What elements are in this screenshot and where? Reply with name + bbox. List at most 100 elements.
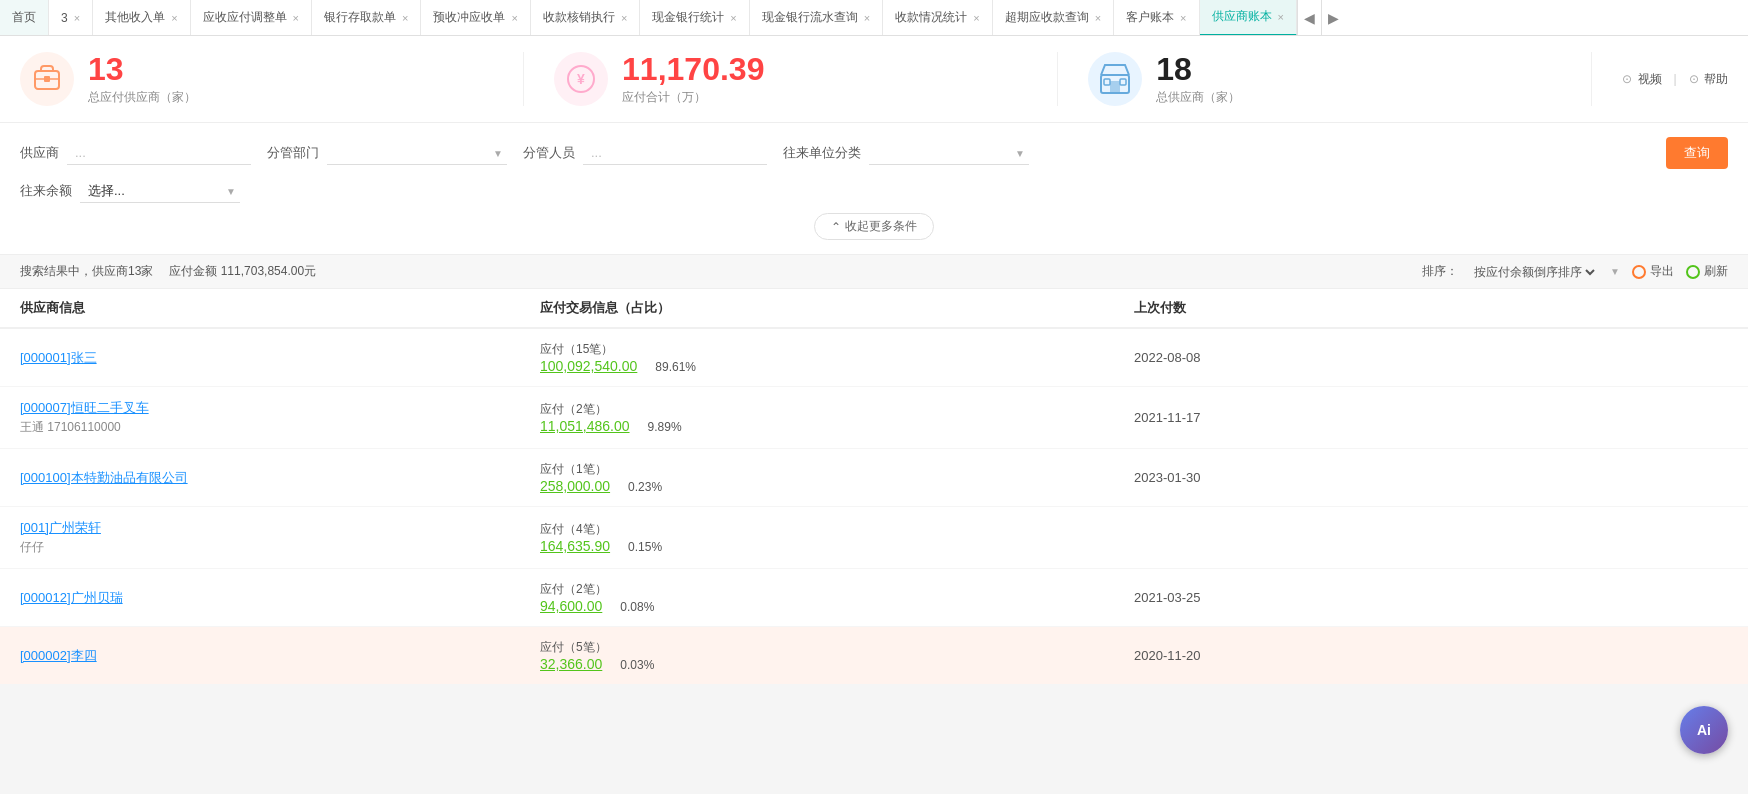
trade-percent: 89.61% [655, 360, 696, 374]
nav-right-arrow[interactable]: ▶ [1321, 0, 1345, 36]
top-navigation: 首页 3 × 其他收入单 × 应收应付调整单 × 银行存取款单 × 预收冲应收单… [0, 0, 1748, 36]
nav-tab-cash-bank-stat[interactable]: 现金银行统计 × [640, 0, 749, 36]
nav-tab-3[interactable]: 3 × [49, 0, 93, 36]
trade-amount[interactable]: 11,051,486.00 [540, 418, 630, 434]
result-amount: 应付金额 111,703,854.00元 [169, 263, 316, 280]
trade-label: 应付（2笔） [540, 401, 1134, 418]
dept-label: 分管部门 [267, 144, 319, 162]
trade-label: 应付（5笔） [540, 639, 1134, 656]
summary-card-suppliers: 13 总应付供应商（家） [20, 52, 524, 106]
unit-select[interactable] [869, 141, 1029, 165]
help-link[interactable]: ⊙ 帮助 [1689, 71, 1728, 88]
close-icon[interactable]: × [402, 12, 408, 24]
supplier-input[interactable] [67, 141, 251, 165]
supplier-info-cell: [000002]李四 [20, 647, 540, 665]
close-icon[interactable]: × [171, 12, 177, 24]
filter-unit-class: 往来单位分类 ▼ [783, 141, 1029, 165]
close-icon[interactable]: × [1180, 12, 1186, 24]
nav-tab-customer-book[interactable]: 客户账本 × [1114, 0, 1199, 36]
trade-amount[interactable]: 164,635.90 [540, 538, 610, 554]
close-icon[interactable]: × [864, 12, 870, 24]
nav-tab-collection-stat[interactable]: 收款情况统计 × [883, 0, 992, 36]
table-row: [000012]广州贝瑞 应付（2笔） 94,600.00 0.08% 2021… [0, 569, 1748, 627]
close-icon[interactable]: × [293, 12, 299, 24]
nav-tab-prepay[interactable]: 预收冲应收单 × [421, 0, 530, 36]
trade-percent: 0.23% [628, 480, 662, 494]
last-pay-cell: 2020-11-20 [1134, 648, 1728, 663]
amount-icon: ¥ [554, 52, 608, 106]
last-pay-cell: 2023-01-30 [1134, 470, 1728, 485]
export-button[interactable]: 导出 [1632, 263, 1674, 280]
nav-tab-home[interactable]: 首页 [0, 0, 49, 36]
nav-left-arrow[interactable]: ◀ [1297, 0, 1321, 36]
supplier-link[interactable]: [000012]广州贝瑞 [20, 589, 540, 607]
filter-row-1: 供应商 分管部门 ▼ 分管人员 往来单位分类 ▼ [20, 137, 1728, 169]
card2-label: 应付合计（万） [622, 89, 764, 106]
card2-number: 11,170.39 [622, 53, 764, 85]
supplier-link[interactable]: [000002]李四 [20, 647, 540, 665]
header-trade-info: 应付交易信息（占比） [540, 299, 1134, 317]
nav-tab-supplier-book[interactable]: 供应商账本 × [1200, 0, 1297, 36]
trade-label: 应付（2笔） [540, 581, 1134, 598]
close-icon[interactable]: × [621, 12, 627, 24]
sort-select[interactable]: 按应付余额倒序排序 [1470, 264, 1598, 280]
sort-label: 排序： [1422, 263, 1458, 280]
supplier-link[interactable]: [000007]恒旺二手叉车 [20, 399, 540, 417]
card1-label: 总应付供应商（家） [88, 89, 196, 106]
supplier-info-cell: [001]广州荣轩 仔仔 [20, 519, 540, 556]
result-actions: 排序： 按应付余额倒序排序 ▼ 导出 刷新 [1422, 263, 1728, 280]
svg-rect-6 [1110, 81, 1120, 93]
filter-balance: 往来余额 选择... ▼ [20, 179, 240, 203]
trade-info-cell: 应付（5笔） 32,366.00 0.03% [540, 639, 1134, 672]
trade-amount[interactable]: 32,366.00 [540, 656, 602, 672]
trade-label: 应付（1笔） [540, 461, 1134, 478]
nav-tab-overdue[interactable]: 超期应收款查询 × [993, 0, 1114, 36]
refresh-button[interactable]: 刷新 [1686, 263, 1728, 280]
nav-tab-bank[interactable]: 银行存取款单 × [312, 0, 421, 36]
close-icon[interactable]: × [74, 12, 80, 24]
close-icon[interactable]: × [1095, 12, 1101, 24]
filter-supplier: 供应商 [20, 141, 251, 165]
supplier-link[interactable]: [001]广州荣轩 [20, 519, 540, 537]
table-row: [000007]恒旺二手叉车 王通 17106110000 应付（2笔） 11,… [0, 387, 1748, 449]
balance-dropdown-wrap: 选择... ▼ [80, 179, 240, 203]
trade-info-cell: 应付（4笔） 164,635.90 0.15% [540, 521, 1134, 554]
trade-amount[interactable]: 94,600.00 [540, 598, 602, 614]
nav-tab-other-income[interactable]: 其他收入单 × [93, 0, 190, 36]
search-button[interactable]: 查询 [1666, 137, 1728, 169]
trade-info-cell: 应付（15笔） 100,092,540.00 89.61% [540, 341, 1134, 374]
dept-select[interactable] [327, 141, 507, 165]
supplier-sub: 仔仔 [20, 539, 540, 556]
result-prefix: 搜索结果中，供应商13家 [20, 263, 153, 280]
card3-label: 总供应商（家） [1156, 89, 1240, 106]
trade-percent: 9.89% [648, 420, 682, 434]
supplier-link[interactable]: [000001]张三 [20, 349, 540, 367]
close-icon[interactable]: × [973, 12, 979, 24]
chevron-down-icon: ▼ [1610, 266, 1620, 277]
person-input[interactable] [583, 141, 767, 165]
table-row: [000001]张三 应付（15笔） 100,092,540.00 89.61%… [0, 329, 1748, 387]
nav-tab-adjustment[interactable]: 应收应付调整单 × [191, 0, 312, 36]
card1-number: 13 [88, 53, 196, 85]
close-icon[interactable]: × [730, 12, 736, 24]
unit-dropdown-wrap: ▼ [869, 141, 1029, 165]
balance-select[interactable]: 选择... [80, 179, 240, 203]
close-icon[interactable]: × [511, 12, 517, 24]
supplier-link[interactable]: [000100]本特勤油品有限公司 [20, 469, 540, 487]
video-link[interactable]: ⊙ 视频 [1622, 71, 1661, 88]
nav-tab-receipt[interactable]: 收款核销执行 × [531, 0, 640, 36]
summary-card-total-suppliers: 18 总供应商（家） [1088, 52, 1592, 106]
last-pay-cell: 2021-03-25 [1134, 590, 1728, 605]
close-icon[interactable]: × [1278, 11, 1284, 23]
result-bar: 搜索结果中，供应商13家 应付金额 111,703,854.00元 排序： 按应… [0, 255, 1748, 289]
filter-row-2: 往来余额 选择... ▼ [20, 179, 1728, 203]
trade-amount[interactable]: 258,000.00 [540, 478, 610, 494]
collapse-button[interactable]: ⌃ 收起更多条件 [814, 213, 934, 240]
trade-amount[interactable]: 100,092,540.00 [540, 358, 637, 374]
header-supplier-info: 供应商信息 [20, 299, 540, 317]
table-header: 供应商信息 应付交易信息（占比） 上次付数 [0, 289, 1748, 329]
table-row: [001]广州荣轩 仔仔 应付（4笔） 164,635.90 0.15% [0, 507, 1748, 569]
person-label: 分管人员 [523, 144, 575, 162]
nav-tab-cash-flow[interactable]: 现金银行流水查询 × [750, 0, 883, 36]
svg-rect-8 [1104, 79, 1110, 85]
